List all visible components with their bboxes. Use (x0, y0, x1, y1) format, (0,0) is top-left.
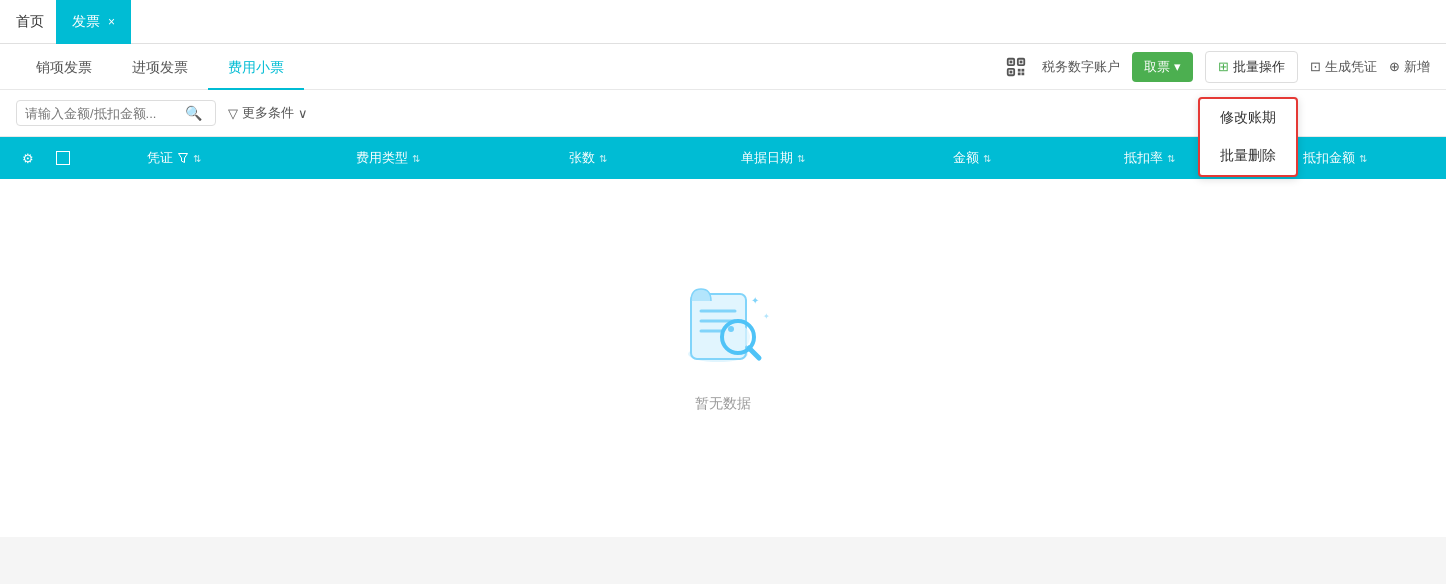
empty-state: ✦ ✦ 暂无数据 (0, 179, 1446, 453)
top-nav: 首页 发票 × (0, 0, 1446, 44)
gen-voucher-button[interactable]: ⊡ 生成凭证 (1310, 58, 1377, 76)
tab-sales[interactable]: 销项发票 (16, 44, 112, 90)
empty-illustration: ✦ ✦ (663, 259, 783, 379)
batch-ops-button[interactable]: ⊞ 批量操作 (1205, 51, 1298, 83)
svg-rect-7 (1018, 68, 1021, 71)
toolbar-right: 税务数字账户 取票 ▾ ⊞ 批量操作 修改账期 批量删除 ⊡ 生成凭证 ⊕ 新增 (1002, 51, 1430, 83)
qr-icon[interactable] (1002, 53, 1030, 81)
deduct-sort-icon[interactable]: ⇅ (1359, 153, 1367, 164)
take-ticket-dropdown-icon: ▾ (1174, 59, 1181, 74)
empty-text: 暂无数据 (695, 395, 751, 413)
svg-text:✦: ✦ (763, 312, 770, 321)
home-tab[interactable]: 首页 (16, 13, 56, 31)
th-amount: 金额 ⇅ (876, 149, 1068, 167)
add-label: 新增 (1404, 58, 1430, 76)
take-ticket-button[interactable]: 取票 ▾ (1132, 52, 1193, 82)
filter-icon: ▽ (228, 106, 238, 121)
tab-expense[interactable]: 费用小票 (208, 44, 304, 90)
conditions-dropdown-icon: ∨ (298, 106, 308, 121)
batch-ops-label: 批量操作 (1233, 58, 1285, 76)
rate-sort-icon[interactable]: ⇅ (1167, 153, 1175, 164)
batch-dropdown-menu: 修改账期 批量删除 (1198, 97, 1298, 177)
amount-sort-icon[interactable]: ⇅ (983, 153, 991, 164)
voucher-filter-icon (177, 152, 189, 164)
search-wrapper: 🔍 (16, 100, 216, 126)
date-sort-icon[interactable]: ⇅ (797, 153, 805, 164)
dropdown-item-modify-period[interactable]: 修改账期 (1200, 99, 1296, 137)
th-count: 张数 ⇅ (506, 149, 669, 167)
settings-gear-icon: ⚙ (22, 151, 34, 166)
content-area: ⚙ 凭证 ⇅ 费用类型 ⇅ 张数 ⇅ 单据日期 ⇅ 金额 ⇅ 抵扣率 ⇅ (0, 137, 1446, 537)
svg-rect-8 (1022, 68, 1025, 71)
tax-digital-btn[interactable]: 税务数字账户 (1042, 58, 1120, 76)
search-icon[interactable]: 🔍 (185, 105, 202, 121)
th-voucher: 凭证 ⇅ (78, 149, 270, 167)
select-all-checkbox[interactable] (56, 151, 70, 165)
gen-voucher-icon: ⊡ (1310, 59, 1321, 74)
take-ticket-label: 取票 (1144, 58, 1170, 76)
th-expense-type: 费用类型 ⇅ (270, 149, 506, 167)
th-checkbox[interactable] (48, 151, 78, 165)
svg-line-20 (749, 348, 759, 358)
th-settings[interactable]: ⚙ (8, 151, 48, 166)
sub-tabs-bar: 销项发票 进项发票 费用小票 税务数字账户 取票 ▾ (0, 44, 1446, 90)
th-date: 单据日期 ⇅ (669, 149, 876, 167)
svg-text:✦: ✦ (751, 295, 759, 306)
more-conditions-btn[interactable]: ▽ 更多条件 ∨ (228, 104, 308, 122)
dropdown-item-batch-delete[interactable]: 批量删除 (1200, 137, 1296, 175)
svg-marker-11 (179, 154, 188, 163)
voucher-sort-icon[interactable]: ⇅ (193, 153, 201, 164)
svg-rect-3 (1010, 60, 1013, 63)
svg-point-21 (728, 326, 734, 332)
invoice-tab-label: 发票 (72, 13, 100, 31)
more-conditions-label: 更多条件 (242, 104, 294, 122)
add-icon: ⊕ (1389, 59, 1400, 74)
gen-voucher-label: 生成凭证 (1325, 58, 1377, 76)
svg-rect-10 (1022, 72, 1025, 75)
count-sort-icon[interactable]: ⇅ (599, 153, 607, 164)
svg-rect-9 (1018, 72, 1021, 75)
svg-rect-4 (1020, 60, 1023, 63)
add-button[interactable]: ⊕ 新增 (1389, 58, 1430, 76)
batch-ops-wrapper: ⊞ 批量操作 修改账期 批量删除 (1205, 51, 1298, 83)
tab-purchase[interactable]: 进项发票 (112, 44, 208, 90)
expense-sort-icon[interactable]: ⇅ (412, 153, 420, 164)
svg-rect-5 (1010, 70, 1013, 73)
close-icon[interactable]: × (108, 15, 115, 29)
search-input[interactable] (25, 106, 185, 121)
batch-ops-icon: ⊞ (1218, 59, 1229, 74)
invoice-tab[interactable]: 发票 × (56, 0, 131, 44)
